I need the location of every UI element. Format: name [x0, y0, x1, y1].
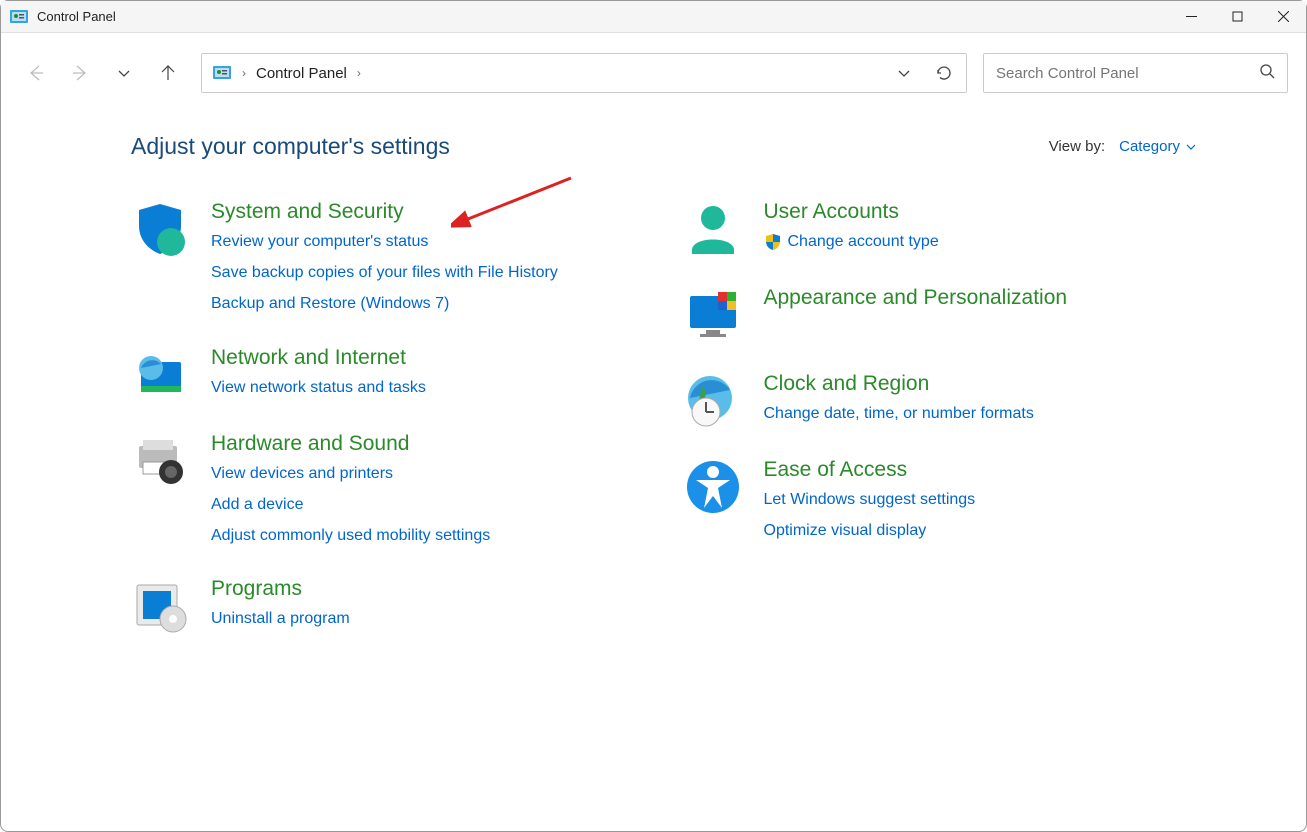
chevron-right-icon[interactable]: › — [357, 66, 361, 80]
control-panel-icon — [9, 7, 29, 27]
category-network: Network and Internet View network status… — [131, 346, 644, 404]
category-link[interactable]: Add a device — [211, 491, 490, 518]
category-appearance: Appearance and Personalization — [684, 286, 1197, 344]
category-link[interactable]: Backup and Restore (Windows 7) — [211, 290, 558, 317]
search-input[interactable] — [996, 65, 1259, 82]
category-link[interactable]: Uninstall a program — [211, 605, 350, 632]
category-clock-region: Clock and Region Change date, time, or n… — [684, 372, 1197, 430]
titlebar-left: Control Panel — [9, 7, 116, 27]
forward-button[interactable] — [63, 56, 97, 90]
titlebar: Control Panel — [1, 1, 1306, 33]
category-title[interactable]: Hardware and Sound — [211, 432, 490, 456]
category-user-accounts: User Accounts Change account type — [684, 200, 1197, 258]
category-programs: Programs Uninstall a program — [131, 577, 644, 635]
control-panel-icon — [212, 63, 232, 83]
breadcrumb-item[interactable]: Control Panel — [256, 65, 347, 82]
category-ease-of-access: Ease of Access Let Windows suggest setti… — [684, 458, 1197, 544]
category-link[interactable]: View devices and printers — [211, 460, 490, 487]
viewby-control: View by: Category — [1049, 138, 1196, 155]
shield-icon — [131, 200, 189, 258]
back-button[interactable] — [19, 56, 53, 90]
viewby-value-text: Category — [1119, 138, 1180, 155]
recent-dropdown-button[interactable] — [107, 56, 141, 90]
user-icon — [684, 200, 742, 258]
chevron-down-icon — [1186, 142, 1196, 152]
viewby-dropdown[interactable]: Category — [1119, 138, 1196, 155]
category-link-text: Change account type — [788, 228, 939, 255]
category-link[interactable]: Review your computer's status — [211, 228, 558, 255]
close-button[interactable] — [1260, 1, 1306, 33]
category-title[interactable]: Programs — [211, 577, 350, 601]
category-title[interactable]: Clock and Region — [764, 372, 1034, 396]
uac-shield-icon — [764, 233, 782, 251]
monitor-colors-icon — [684, 286, 742, 344]
category-link[interactable]: Let Windows suggest settings — [764, 486, 976, 513]
category-title[interactable]: Network and Internet — [211, 346, 426, 370]
globe-clock-icon — [684, 372, 742, 430]
chevron-right-icon[interactable]: › — [242, 66, 246, 80]
categories-grid: System and Security Review your computer… — [131, 200, 1196, 635]
left-column: System and Security Review your computer… — [131, 200, 644, 635]
category-title[interactable]: System and Security — [211, 200, 558, 224]
address-bar[interactable]: › Control Panel › — [201, 53, 967, 93]
category-link[interactable]: Change date, time, or number formats — [764, 400, 1034, 427]
page-heading: Adjust your computer's settings — [131, 133, 450, 160]
maximize-button[interactable] — [1214, 1, 1260, 33]
minimize-button[interactable] — [1168, 1, 1214, 33]
refresh-button[interactable] — [926, 55, 962, 91]
nav-arrows — [19, 56, 185, 90]
category-link[interactable]: Adjust commonly used mobility settings — [211, 522, 490, 549]
category-link[interactable]: View network status and tasks — [211, 374, 426, 401]
category-title[interactable]: User Accounts — [764, 200, 939, 224]
category-link[interactable]: Save backup copies of your files with Fi… — [211, 259, 558, 286]
search-box[interactable] — [983, 53, 1288, 93]
address-dropdown-button[interactable] — [886, 55, 922, 91]
accessibility-icon — [684, 458, 742, 516]
globe-monitor-icon — [131, 346, 189, 404]
category-title[interactable]: Appearance and Personalization — [764, 286, 1068, 310]
category-link[interactable]: Change account type — [764, 228, 939, 255]
category-system-security: System and Security Review your computer… — [131, 200, 644, 318]
category-link[interactable]: Optimize visual display — [764, 517, 976, 544]
category-title[interactable]: Ease of Access — [764, 458, 976, 482]
viewby-label: View by: — [1049, 138, 1105, 155]
content: Adjust your computer's settings View by:… — [1, 113, 1306, 635]
printer-camera-icon — [131, 432, 189, 490]
header-row: Adjust your computer's settings View by:… — [131, 133, 1196, 160]
up-button[interactable] — [151, 56, 185, 90]
category-hardware: Hardware and Sound View devices and prin… — [131, 432, 644, 550]
programs-icon — [131, 577, 189, 635]
toolbar: › Control Panel › — [1, 33, 1306, 113]
right-column: User Accounts Change account type Appear… — [684, 200, 1197, 635]
window-title: Control Panel — [37, 9, 116, 24]
window-controls — [1168, 1, 1306, 33]
search-icon[interactable] — [1259, 63, 1275, 84]
